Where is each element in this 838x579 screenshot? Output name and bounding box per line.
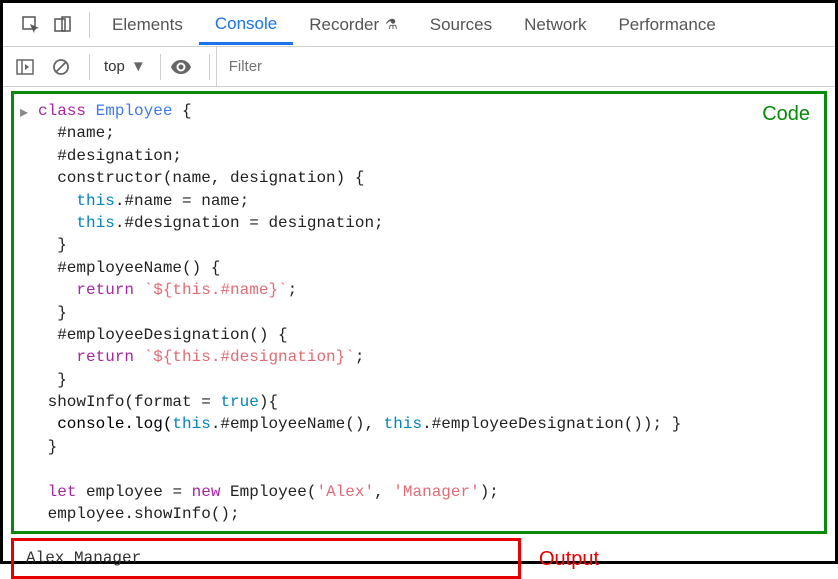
code-line: showInfo(format = true){ bbox=[38, 391, 814, 413]
code-line: #employeeDesignation() { bbox=[38, 324, 814, 346]
code-line: } bbox=[38, 302, 814, 324]
code-line: } bbox=[38, 369, 814, 391]
console-toolbar: top ▼ bbox=[3, 47, 835, 87]
code-line: #name; bbox=[38, 122, 814, 144]
devtools-tabbar: Elements Console Recorder ⚗ Sources Netw… bbox=[3, 3, 835, 47]
chevron-down-icon: ▼ bbox=[131, 58, 146, 75]
tab-performance[interactable]: Performance bbox=[602, 5, 731, 45]
code-line: return `${this.#designation}`; bbox=[38, 346, 814, 368]
output-row: Alex Manager Output bbox=[11, 538, 827, 578]
divider bbox=[89, 54, 90, 80]
context-label: top bbox=[104, 58, 125, 75]
code-line: let employee = new Employee('Alex', 'Man… bbox=[38, 481, 814, 503]
code-line: } bbox=[38, 234, 814, 256]
code-line: this.#designation = designation; bbox=[38, 212, 814, 234]
clear-console-icon[interactable] bbox=[47, 53, 75, 81]
tab-elements[interactable]: Elements bbox=[96, 5, 199, 45]
code-line: class Employee { bbox=[38, 100, 814, 122]
tab-network[interactable]: Network bbox=[508, 5, 602, 45]
device-toolbar-icon[interactable] bbox=[53, 15, 73, 35]
code-line: console.log(this.#employeeName(), this.#… bbox=[38, 413, 814, 435]
output-annotation-label: Output bbox=[539, 545, 599, 573]
sidebar-toggle-icon[interactable] bbox=[11, 53, 39, 81]
flask-icon: ⚗ bbox=[385, 16, 398, 33]
divider bbox=[89, 12, 90, 38]
code-line bbox=[38, 458, 814, 480]
code-line: #designation; bbox=[38, 145, 814, 167]
tab-recorder[interactable]: Recorder ⚗ bbox=[293, 5, 413, 45]
code-line: employee.showInfo(); bbox=[38, 503, 814, 525]
tab-sources[interactable]: Sources bbox=[414, 5, 508, 45]
divider bbox=[209, 54, 210, 80]
tabbar-left-icons bbox=[11, 15, 83, 35]
live-expression-icon[interactable] bbox=[167, 53, 195, 81]
code-annotation-label: Code bbox=[762, 100, 810, 128]
divider bbox=[160, 54, 161, 80]
code-line: constructor(name, designation) { bbox=[38, 167, 814, 189]
console-body: Code ▸ class Employee { #name; #designat… bbox=[3, 91, 835, 579]
code-line: return `${this.#name}`; bbox=[38, 279, 814, 301]
code-line: this.#name = name; bbox=[38, 190, 814, 212]
tab-console[interactable]: Console bbox=[199, 4, 293, 45]
tab-recorder-label: Recorder bbox=[309, 15, 379, 35]
inspect-element-icon[interactable] bbox=[21, 15, 41, 35]
code-line: #employeeName() { bbox=[38, 257, 814, 279]
filter-input[interactable] bbox=[216, 47, 835, 86]
code-line: } bbox=[38, 436, 814, 458]
context-selector[interactable]: top ▼ bbox=[96, 58, 154, 75]
code-annotation-box: Code ▸ class Employee { #name; #designat… bbox=[11, 91, 827, 534]
expand-chevron-icon[interactable]: ▸ bbox=[20, 102, 28, 124]
console-output: Alex Manager bbox=[11, 538, 521, 578]
